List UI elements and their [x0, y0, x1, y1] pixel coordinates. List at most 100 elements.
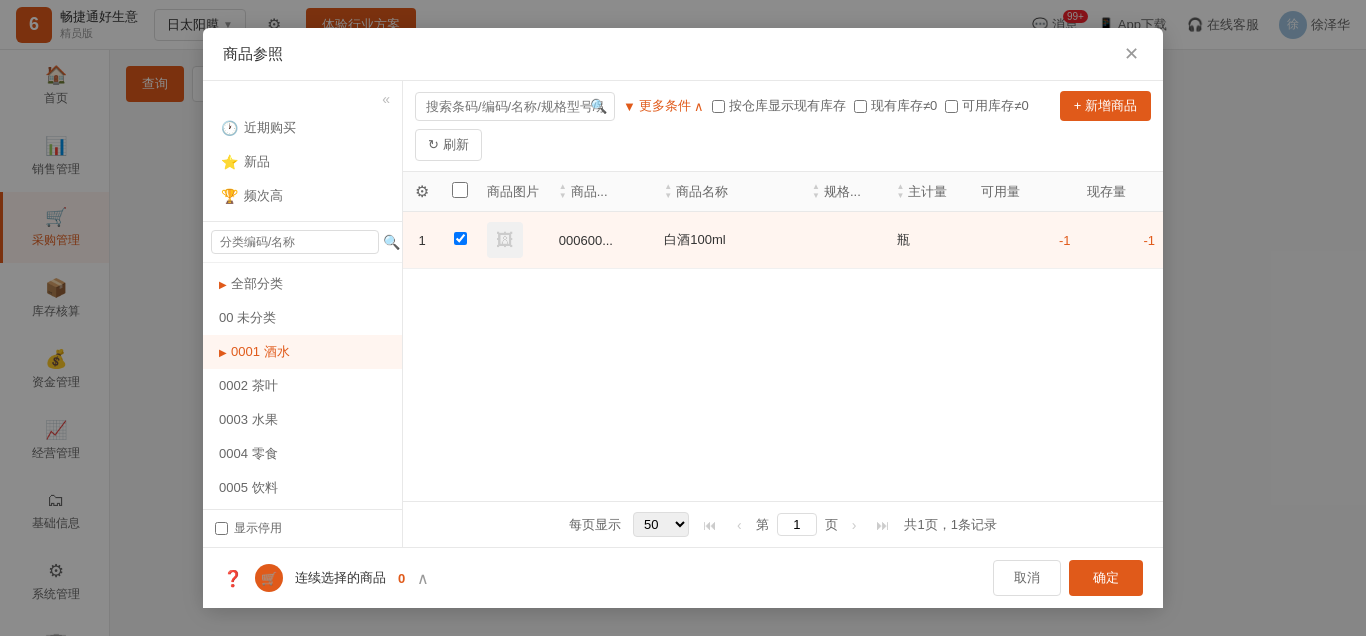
- modal-header: 商品参照 ✕: [203, 28, 1163, 81]
- product-table: ⚙ 商品图片: [403, 172, 1163, 269]
- th-spec-label: 规格...: [824, 183, 861, 201]
- left-nav: « 🕐 近期购买 ⭐ 新品 🏆 频次高: [203, 81, 402, 222]
- product-search-icon[interactable]: 🔍: [590, 98, 607, 114]
- nav-item-recent[interactable]: 🕐 近期购买: [211, 111, 394, 145]
- modal-close-button[interactable]: ✕: [1119, 42, 1143, 66]
- category-0003-label: 0003 水果: [219, 411, 278, 429]
- row-available: -1: [1059, 233, 1071, 248]
- show-disabled-label: 显示停用: [234, 520, 282, 537]
- category-0005[interactable]: 0005 饮料: [203, 471, 402, 505]
- category-0004[interactable]: 0004 零食: [203, 437, 402, 471]
- th-name[interactable]: ▲ ▼ 商品名称: [656, 172, 804, 212]
- show-disabled-row[interactable]: 显示停用: [203, 509, 402, 547]
- category-0001-label: 0001 酒水: [231, 343, 290, 361]
- category-search-input[interactable]: [211, 230, 379, 254]
- next-page-button[interactable]: ›: [846, 513, 863, 537]
- select-all-checkbox[interactable]: [452, 182, 468, 198]
- cancel-button[interactable]: 取消: [993, 560, 1061, 596]
- nav-item-frequent-label: 频次高: [244, 187, 283, 205]
- prev-page-button[interactable]: ‹: [731, 513, 748, 537]
- filter-arrow-icon: ∧: [694, 99, 704, 114]
- new-icon: ⭐: [221, 154, 238, 170]
- show-disabled-checkbox[interactable]: [215, 522, 228, 535]
- category-search-icon[interactable]: 🔍: [383, 234, 400, 250]
- category-00-label: 00 未分类: [219, 309, 276, 327]
- available-stock-checkbox-label[interactable]: 可用库存≠0: [945, 97, 1028, 115]
- row-available-cell: -1: [973, 212, 1079, 269]
- per-page-label: 每页显示: [569, 516, 621, 534]
- category-0003[interactable]: 0003 水果: [203, 403, 402, 437]
- help-icon[interactable]: ❓: [223, 569, 243, 588]
- row-unit: 瓶: [897, 232, 910, 247]
- filter-icon: ▼: [623, 99, 636, 114]
- available-stock-label: 可用库存≠0: [962, 97, 1028, 115]
- page-label: 第: [756, 516, 769, 534]
- th-available-label: 可用量: [981, 183, 1020, 201]
- confirm-button[interactable]: 确定: [1069, 560, 1143, 596]
- nav-item-new[interactable]: ⭐ 新品: [211, 145, 394, 179]
- th-stock[interactable]: 现存量: [1079, 172, 1164, 212]
- category-all[interactable]: ▶ 全部分类: [203, 267, 402, 301]
- category-all-arrow: ▶: [219, 279, 227, 290]
- name-sort-arrows: ▲ ▼: [664, 183, 672, 200]
- th-spec[interactable]: ▲ ▼ 规格...: [804, 172, 888, 212]
- warehouse-checkbox[interactable]: [712, 100, 725, 113]
- code-sort-arrows: ▲ ▼: [559, 183, 567, 200]
- th-code[interactable]: ▲ ▼ 商品...: [551, 172, 657, 212]
- row-name-cell: 白酒100ml: [656, 212, 804, 269]
- spec-sort-arrows: ▲ ▼: [812, 183, 820, 200]
- left-panel: « 🕐 近期购买 ⭐ 新品 🏆 频次高: [203, 81, 403, 547]
- refresh-product-button[interactable]: ↻ 刷新: [415, 129, 482, 161]
- current-stock-label: 现有库存≠0: [871, 97, 937, 115]
- nav-item-new-label: 新品: [244, 153, 270, 171]
- category-0004-label: 0004 零食: [219, 445, 278, 463]
- toolbar: 🔍 ▼ 更多条件 ∧ 按仓库显示现有库存 现有库存≠0: [403, 81, 1163, 172]
- nav-item-frequent[interactable]: 🏆 频次高: [211, 179, 394, 213]
- per-page-select[interactable]: 50 20 100: [633, 512, 689, 537]
- current-stock-checkbox-label[interactable]: 现有库存≠0: [854, 97, 937, 115]
- available-stock-checkbox[interactable]: [945, 100, 958, 113]
- category-all-label: 全部分类: [231, 275, 283, 293]
- row-unit-cell: 瓶: [889, 212, 973, 269]
- frequent-icon: 🏆: [221, 188, 238, 204]
- warehouse-label: 按仓库显示现有库存: [729, 97, 846, 115]
- category-00[interactable]: 00 未分类: [203, 301, 402, 335]
- row-checkbox-cell[interactable]: [441, 212, 479, 269]
- page-input[interactable]: [777, 513, 817, 536]
- right-panel: 🔍 ▼ 更多条件 ∧ 按仓库显示现有库存 现有库存≠0: [403, 81, 1163, 547]
- table-settings-icon[interactable]: ⚙: [415, 183, 429, 200]
- category-0002-label: 0002 茶叶: [219, 377, 278, 395]
- category-0002[interactable]: 0002 茶叶: [203, 369, 402, 403]
- collapse-icon[interactable]: «: [382, 91, 390, 107]
- cart-icon[interactable]: 🛒: [255, 564, 283, 592]
- recent-icon: 🕐: [221, 120, 238, 136]
- th-available[interactable]: 可用量: [973, 172, 1079, 212]
- table-row[interactable]: 1 🖼 000600...: [403, 212, 1163, 269]
- warehouse-checkbox-label[interactable]: 按仓库显示现有库存: [712, 97, 846, 115]
- pagination: 每页显示 50 20 100 ⏮ ‹ 第 页 › ⏭ 共1页，1条记录: [403, 501, 1163, 547]
- current-stock-checkbox[interactable]: [854, 100, 867, 113]
- modal-title: 商品参照: [223, 45, 283, 64]
- filter-button[interactable]: ▼ 更多条件 ∧: [623, 97, 704, 115]
- filter-label: 更多条件: [639, 97, 691, 115]
- row-checkbox[interactable]: [454, 232, 467, 245]
- modal-footer: ❓ 🛒 连续选择的商品 0 ∧ 取消 确定: [203, 547, 1163, 608]
- add-product-button[interactable]: + 新增商品: [1060, 91, 1151, 121]
- product-reference-modal: 商品参照 ✕ « 🕐 近期购买 ⭐ 新品: [203, 28, 1163, 608]
- category-0005-label: 0005 饮料: [219, 479, 278, 497]
- th-unit[interactable]: ▲ ▼ 主计量: [889, 172, 973, 212]
- category-0001[interactable]: ▶ 0001 酒水: [203, 335, 402, 369]
- first-page-button[interactable]: ⏮: [697, 513, 723, 537]
- product-search-input[interactable]: [415, 92, 615, 121]
- modal-overlay: 商品参照 ✕ « 🕐 近期购买 ⭐ 新品: [0, 0, 1366, 636]
- row-stock: -1: [1143, 233, 1155, 248]
- th-settings: ⚙: [403, 172, 441, 212]
- row-spec-cell: [804, 212, 888, 269]
- product-table-container: ⚙ 商品图片: [403, 172, 1163, 501]
- last-page-button[interactable]: ⏭: [870, 513, 896, 537]
- total-info: 共1页，1条记录: [904, 516, 996, 534]
- th-stock-label: 现存量: [1087, 183, 1126, 201]
- collapse-footer-icon[interactable]: ∧: [417, 569, 429, 588]
- category-list: ▶ 全部分类 00 未分类 ▶ 0001 酒水 0002 茶叶 0003 水果: [203, 263, 402, 509]
- row-index: 1: [403, 212, 441, 269]
